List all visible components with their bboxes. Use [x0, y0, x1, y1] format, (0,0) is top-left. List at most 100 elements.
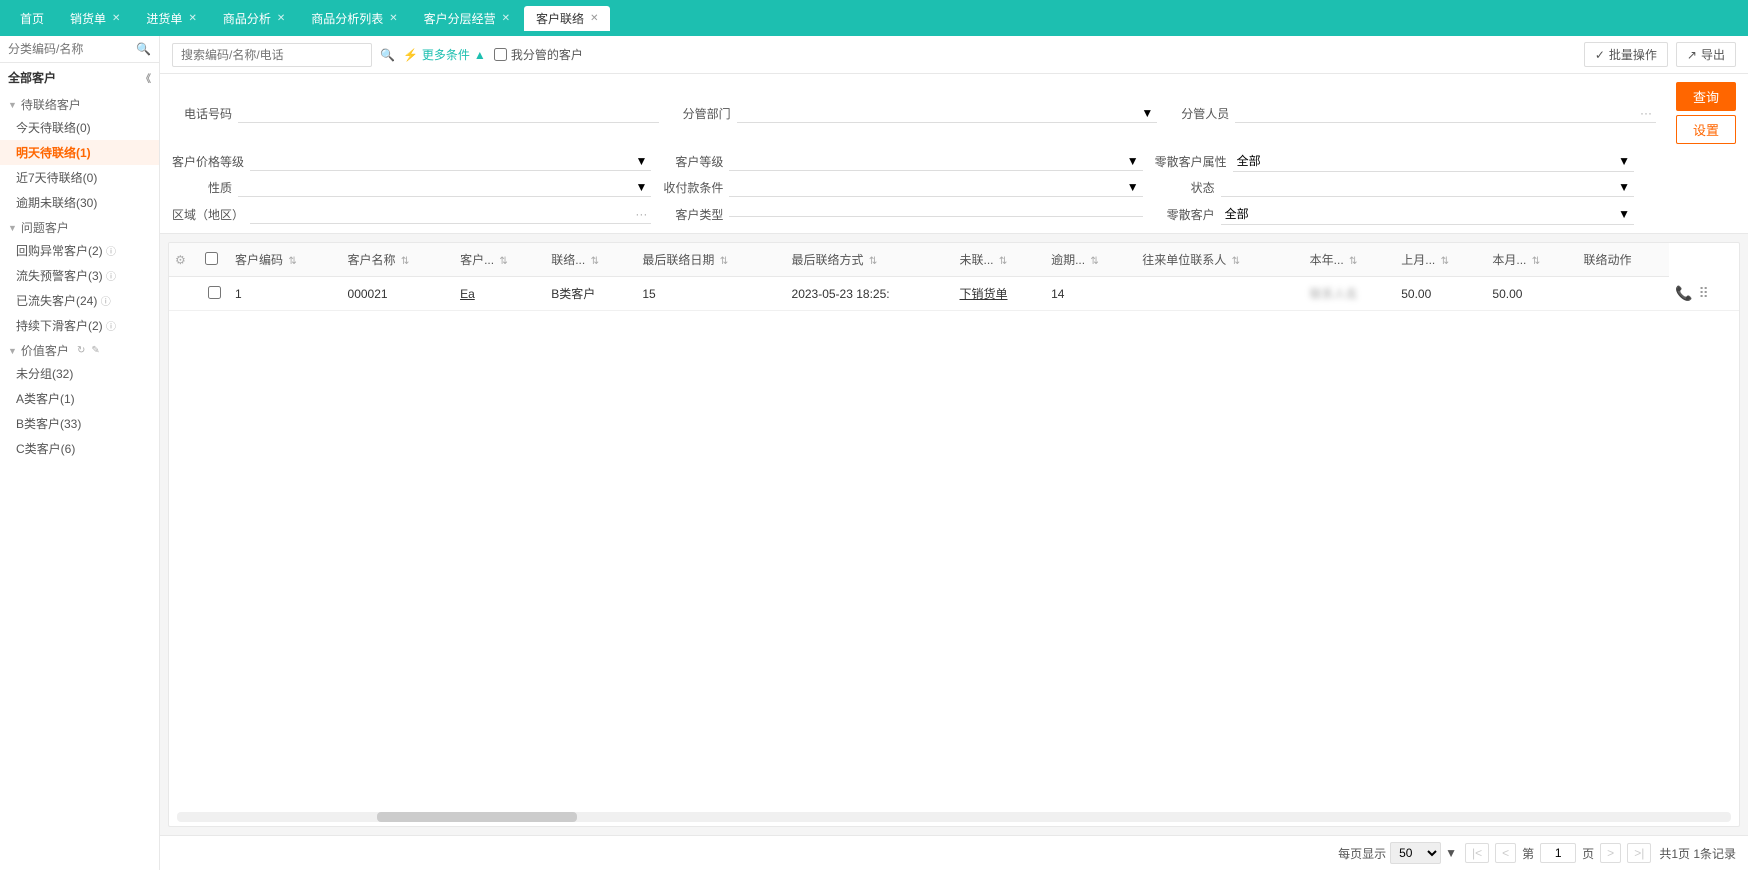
query-button[interactable]: 查询	[1676, 82, 1736, 111]
sort-icon[interactable]: ⇅	[1532, 256, 1540, 267]
next-page-btn[interactable]: >	[1600, 843, 1621, 863]
sidebar-item-repurchase-anomaly[interactable]: 回购异常客户(2) ⓘ	[0, 238, 159, 263]
retail-customer-select[interactable]: 全部 ▼	[1221, 203, 1634, 225]
my-customers-check[interactable]	[494, 48, 507, 61]
sidebar-item-ungrouped[interactable]: 未分组(32)	[0, 361, 159, 386]
division-dept-select[interactable]: ▼	[737, 104, 1158, 123]
sort-icon[interactable]: ⇅	[869, 256, 877, 267]
th-contact-count: 联络... ⇅	[545, 243, 636, 277]
last-page-btn[interactable]: >|	[1627, 843, 1651, 863]
sort-icon[interactable]: ⇅	[1232, 256, 1240, 267]
nature-select[interactable]: ▼	[238, 178, 651, 197]
export-btn[interactable]: ↗ 导出	[1676, 42, 1736, 67]
close-icon[interactable]: ✕	[188, 13, 196, 24]
table-scroll[interactable]: ⚙ 客户编码 ⇅ 客户名称 ⇅	[169, 243, 1739, 808]
sidebar-item-7days-contact[interactable]: 近7天待联络(0)	[0, 165, 159, 190]
retail-attr-select[interactable]: 全部 ▼	[1233, 150, 1634, 172]
search-btn[interactable]: 🔍	[380, 48, 395, 62]
nav-customer-contact[interactable]: 客户联络 ✕	[524, 6, 610, 31]
sidebar-item-class-c[interactable]: C类客户(6)	[0, 436, 159, 461]
th-gear: ⚙	[169, 243, 199, 277]
contact-action-icon[interactable]: 📞	[1675, 285, 1692, 302]
chevron-down-icon: ▼	[1618, 207, 1630, 221]
my-customers-checkbox[interactable]: 我分管的客户	[494, 46, 583, 63]
nav-customer-stratification[interactable]: 客户分层经营 ✕	[412, 6, 522, 31]
sidebar-item-class-a[interactable]: A类客户(1)	[0, 386, 159, 411]
payment-select[interactable]: ▼	[729, 178, 1142, 197]
horizontal-scrollbar[interactable]	[177, 812, 1731, 822]
sidebar-item-overdue-contact[interactable]: 逾期未联络(30)	[0, 190, 159, 215]
nav-purchase-order[interactable]: 进货单 ✕	[134, 6, 208, 31]
sort-icon[interactable]: ⇅	[1441, 256, 1449, 267]
sort-icon[interactable]: ⇅	[591, 256, 599, 267]
batch-op-btn[interactable]: ✓ 批量操作	[1584, 42, 1668, 67]
scrollbar-thumb[interactable]	[377, 812, 577, 822]
close-icon[interactable]: ✕	[389, 13, 397, 24]
close-icon[interactable]: ✕	[277, 13, 285, 24]
nav-product-analysis[interactable]: 商品分析 ✕	[211, 6, 297, 31]
more-conditions-btn[interactable]: ⚡ 更多条件 ▲	[403, 46, 486, 63]
sort-icon[interactable]: ⇅	[999, 256, 1007, 267]
refresh-icon[interactable]: ↻	[77, 345, 85, 356]
filter-row-3: 性质 ▼ 收付款条件 ▼ 状态	[172, 178, 1736, 197]
sort-icon[interactable]: ⇅	[401, 256, 409, 267]
row-contact-count: 15	[636, 277, 785, 311]
row-overdue	[1136, 277, 1303, 311]
set-button[interactable]: 设置	[1676, 115, 1736, 144]
more-action-icon[interactable]: ⠿	[1699, 285, 1709, 302]
customer-level-select[interactable]: ▼	[729, 152, 1142, 171]
nav-home[interactable]: 首页	[8, 6, 56, 31]
check-icon: ✓	[1595, 48, 1605, 62]
info-icon: ⓘ	[106, 247, 116, 258]
th-name: 客户名称 ⇅	[342, 243, 455, 277]
sidebar-item-declining[interactable]: 持续下滑客户(2) ⓘ	[0, 313, 159, 338]
row-last-contact-date: 2023-05-23 18:25:	[786, 277, 954, 311]
select-all-checkbox[interactable]	[205, 252, 218, 265]
nature-field: 性质 ▼	[172, 178, 651, 197]
sort-icon[interactable]: ⇅	[1090, 256, 1098, 267]
row-last-contact-method[interactable]: 下销货单	[954, 277, 1046, 311]
close-icon[interactable]: ✕	[590, 13, 598, 24]
data-table: ⚙ 客户编码 ⇅ 客户名称 ⇅	[169, 243, 1739, 311]
search-input[interactable]	[172, 43, 372, 67]
customer-type-select[interactable]	[729, 212, 1142, 217]
close-icon[interactable]: ✕	[112, 13, 120, 24]
chevron-down-icon: ▼	[635, 180, 647, 194]
prev-page-btn[interactable]: <	[1495, 843, 1516, 863]
group-pending-contact: 待联络客户	[0, 92, 159, 115]
sidebar-item-churned[interactable]: 已流失客户(24) ⓘ	[0, 288, 159, 313]
sort-icon[interactable]: ⇅	[1349, 256, 1357, 267]
phone-input[interactable]	[238, 104, 659, 123]
retail-customer-field: 零散客户 全部 ▼	[1155, 203, 1634, 225]
sidebar-item-today-contact[interactable]: 今天待联络(0)	[0, 115, 159, 140]
sidebar-search-input[interactable]	[8, 42, 132, 56]
sort-icon[interactable]: ⇅	[720, 256, 728, 267]
edit-icon[interactable]: ✎	[91, 345, 99, 356]
all-customers-header[interactable]: 全部客户 《	[0, 63, 159, 92]
gear-icon[interactable]: ⚙	[175, 253, 186, 267]
retail-attr-field: 零散客户属性 全部 ▼	[1155, 150, 1634, 172]
close-icon[interactable]: ✕	[502, 13, 510, 24]
page-size-select[interactable]: 50 100 200	[1390, 842, 1441, 864]
nav-product-analysis-list[interactable]: 商品分析列表 ✕	[299, 6, 409, 31]
nav-sales-order[interactable]: 销货单 ✕	[58, 6, 132, 31]
sidebar-item-class-b[interactable]: B类客户(33)	[0, 411, 159, 436]
info-icon: ⓘ	[106, 272, 116, 283]
division-person-select[interactable]: ···	[1235, 104, 1656, 123]
division-dept-field: 分管部门 ▼	[671, 104, 1158, 123]
area-select[interactable]: ···	[250, 205, 651, 224]
status-select[interactable]: ▼	[1221, 178, 1634, 197]
sort-icon[interactable]: ⇅	[288, 256, 296, 267]
first-page-btn[interactable]: |<	[1465, 843, 1489, 863]
row-name[interactable]: Ea	[454, 277, 545, 311]
page-number-input[interactable]	[1540, 843, 1576, 863]
customer-price-level-field: 客户价格等级 ▼	[172, 152, 651, 171]
sort-icon[interactable]: ⇅	[499, 256, 507, 267]
row-unit-contact: 联系人名	[1304, 277, 1396, 311]
search-icon[interactable]: 🔍	[136, 42, 151, 56]
customer-price-level-select[interactable]: ▼	[250, 152, 651, 171]
sidebar-item-churn-warning[interactable]: 流失预警客户(3) ⓘ	[0, 263, 159, 288]
row-checkbox[interactable]	[199, 277, 229, 311]
sidebar-item-tomorrow-contact[interactable]: 明天待联络(1)	[0, 140, 159, 165]
area-field: 区域（地区） ···	[172, 205, 651, 224]
